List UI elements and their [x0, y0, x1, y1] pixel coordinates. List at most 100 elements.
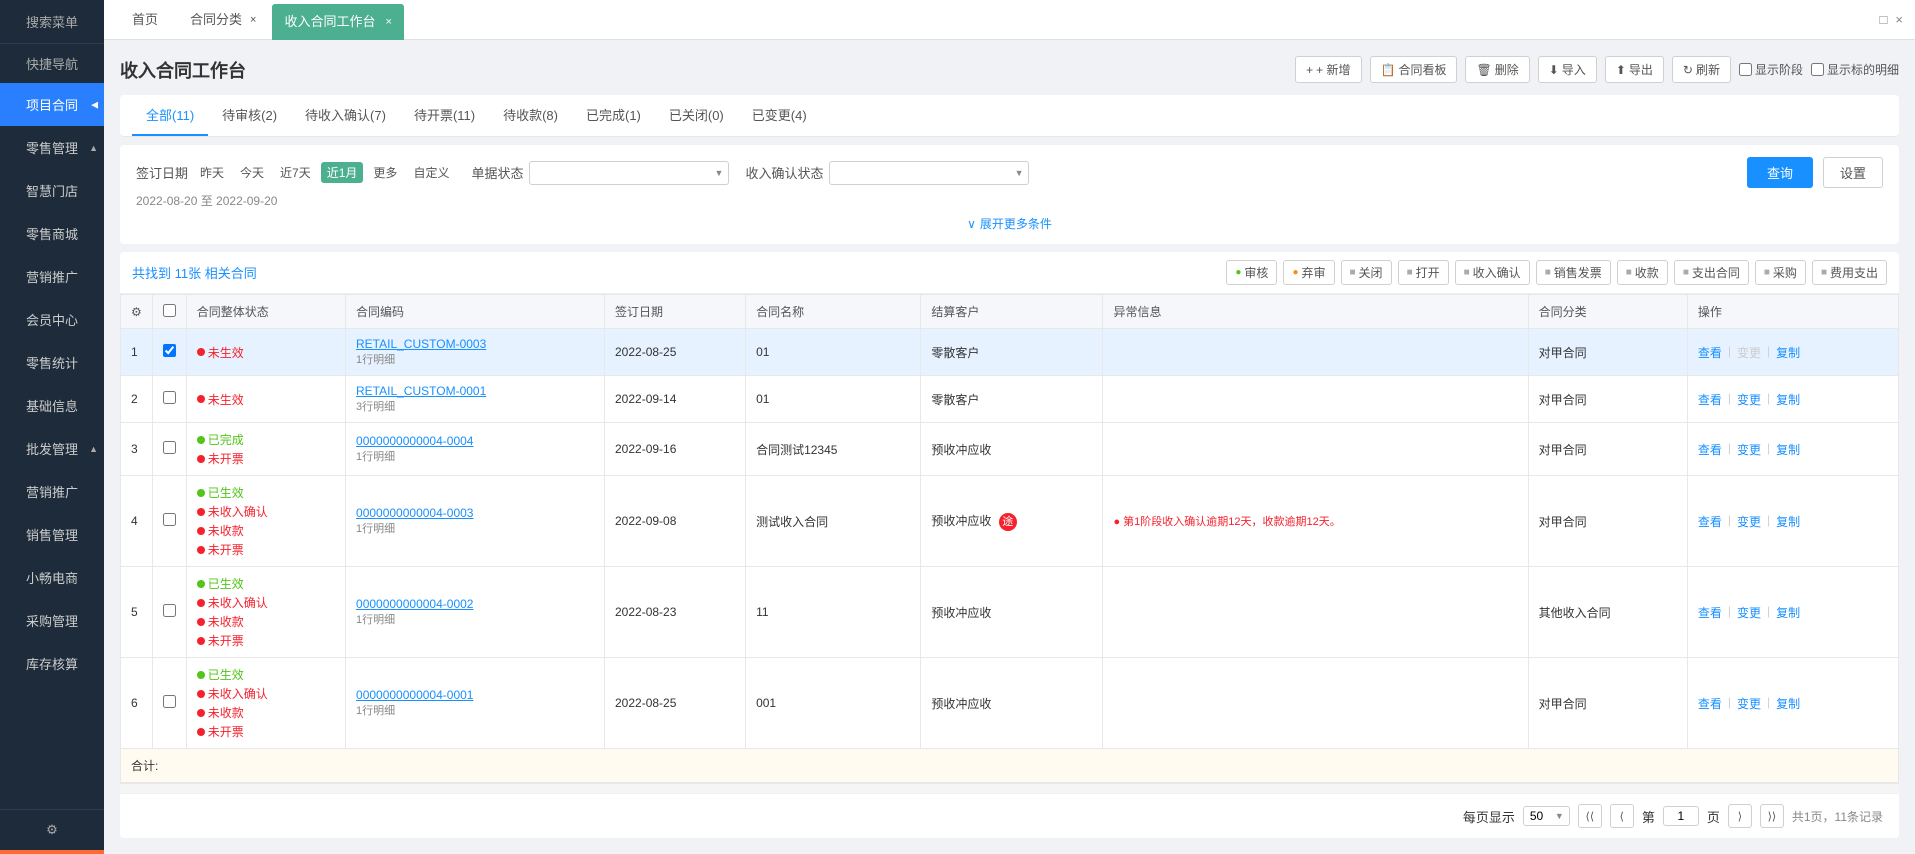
abandon-review-button[interactable]: ● 弃审 [1283, 260, 1334, 285]
refresh-button[interactable]: ↻ 刷新 [1672, 56, 1731, 83]
filter-tab-completed[interactable]: 已完成(1) [572, 95, 655, 136]
show-stage-checkbox[interactable]: 显示阶段 [1739, 61, 1803, 78]
tab-close-icon[interactable]: × [250, 0, 256, 40]
change-link[interactable]: 变更 [1737, 344, 1761, 361]
expense-output-button[interactable]: ■ 费用支出 [1812, 260, 1887, 285]
filter-tab-all[interactable]: 全部(11) [132, 95, 208, 136]
add-button[interactable]: + + 新增 [1295, 56, 1361, 83]
expand-conditions-button[interactable]: ∨ 展开更多条件 [136, 215, 1883, 232]
tab-active-close-icon[interactable]: × [385, 4, 391, 40]
view-link[interactable]: 查看 [1698, 604, 1722, 621]
code-link[interactable]: 0000000000004-0001 [356, 688, 473, 702]
query-button[interactable]: 查询 [1747, 157, 1813, 188]
collect-button[interactable]: ■ 收款 [1617, 260, 1668, 285]
doc-status-select[interactable] [529, 161, 729, 185]
sidebar-item-marketing2[interactable]: 营销推广 [0, 470, 104, 513]
sidebar-item-wholesale-mgmt[interactable]: 批发管理 ▲ [0, 427, 104, 470]
tab-home[interactable]: 首页 [116, 0, 174, 40]
tab-income-contract[interactable]: 收入合同工作台 × [272, 4, 403, 40]
select-all-checkbox[interactable] [163, 304, 176, 317]
row-checkbox[interactable] [152, 476, 186, 567]
filter-tab-pending-income-confirm[interactable]: 待收入确认(7) [291, 95, 400, 136]
col-settings[interactable]: ⚙ [121, 295, 153, 329]
view-link[interactable]: 查看 [1698, 391, 1722, 408]
contract-board-button[interactable]: 📋 合同看板 [1370, 56, 1458, 83]
sidebar-item-sales-mgmt[interactable]: 销售管理 [0, 513, 104, 556]
sidebar-item-marketing[interactable]: 营销推广 [0, 255, 104, 298]
row-checkbox[interactable] [152, 567, 186, 658]
code-link[interactable]: RETAIL_CUSTOM-0003 [356, 337, 486, 351]
export-button[interactable]: ⬆ 导出 [1605, 56, 1664, 83]
code-link[interactable]: RETAIL_CUSTOM-0001 [356, 384, 486, 398]
last-page-button[interactable]: ⟩⟩ [1760, 804, 1784, 828]
sidebar-item-purchase-mgmt[interactable]: 采购管理 [0, 599, 104, 642]
row-checkbox-input[interactable] [163, 391, 176, 404]
code-link[interactable]: 0000000000004-0004 [356, 434, 473, 448]
filter-tab-pending-invoice[interactable]: 待开票(11) [400, 95, 489, 136]
sidebar-settings[interactable]: ⚙ [0, 809, 104, 850]
view-link[interactable]: 查看 [1698, 441, 1722, 458]
change-link[interactable]: 变更 [1737, 695, 1761, 712]
show-stage-input[interactable] [1739, 63, 1752, 76]
date-last1month[interactable]: 近1月 [321, 162, 364, 183]
delete-button[interactable]: 🗑 删除 [1465, 56, 1529, 83]
copy-link[interactable]: 复制 [1776, 391, 1800, 408]
income-confirm-button[interactable]: ■ 收入确认 [1455, 260, 1530, 285]
filter-tab-changed[interactable]: 已变更(4) [738, 95, 821, 136]
row-checkbox-input[interactable] [163, 441, 176, 454]
output-contract-button[interactable]: ■ 支出合同 [1674, 260, 1749, 285]
change-link[interactable]: 变更 [1737, 441, 1761, 458]
page-number-input[interactable] [1663, 806, 1699, 826]
filter-tab-closed[interactable]: 已关闭(0) [655, 95, 738, 136]
sidebar-item-xiaochang[interactable]: 小畅电商 [0, 556, 104, 599]
import-button[interactable]: ⬇ 导入 [1538, 56, 1597, 83]
purchase-button[interactable]: ■ 采购 [1755, 260, 1806, 285]
sidebar-item-basic-info[interactable]: 基础信息 [0, 384, 104, 427]
view-link[interactable]: 查看 [1698, 695, 1722, 712]
first-page-button[interactable]: ⟨⟨ [1578, 804, 1602, 828]
copy-link[interactable]: 复制 [1776, 441, 1800, 458]
page-size-select[interactable]: 20 50 100 [1523, 806, 1570, 826]
open-contract-button[interactable]: ■ 打开 [1398, 260, 1449, 285]
change-link[interactable]: 变更 [1737, 391, 1761, 408]
row-checkbox[interactable] [152, 658, 186, 749]
copy-link[interactable]: 复制 [1776, 344, 1800, 361]
sidebar-item-smart-store[interactable]: 智慧门店 [0, 169, 104, 212]
date-today[interactable]: 今天 [234, 162, 270, 183]
income-confirm-select[interactable] [829, 161, 1029, 185]
code-link[interactable]: 0000000000004-0003 [356, 506, 473, 520]
row-checkbox-input[interactable] [163, 695, 176, 708]
sidebar-item-project[interactable]: 项目合同 ◀ [0, 83, 104, 126]
change-link[interactable]: 变更 [1737, 604, 1761, 621]
col-checkbox[interactable] [152, 295, 186, 329]
change-link[interactable]: 变更 [1737, 513, 1761, 530]
show-detail-input[interactable] [1811, 63, 1824, 76]
row-checkbox-input[interactable] [163, 513, 176, 526]
date-more[interactable]: 更多 [367, 162, 403, 183]
sidebar-item-retail-mgmt[interactable]: 零售管理 ▲ [0, 126, 104, 169]
filter-tab-pending-collect[interactable]: 待收款(8) [489, 95, 572, 136]
row-checkbox[interactable] [152, 376, 186, 423]
horizontal-scrollbar[interactable] [120, 783, 1899, 793]
code-link[interactable]: 0000000000004-0002 [356, 597, 473, 611]
tab-contract-category[interactable]: 合同分类 × [174, 0, 272, 40]
sidebar-quick-nav[interactable]: 快捷导航 [0, 44, 104, 83]
view-link[interactable]: 查看 [1698, 513, 1722, 530]
next-page-button[interactable]: ⟩ [1728, 804, 1752, 828]
sidebar-item-member-center[interactable]: 会员中心 [0, 298, 104, 341]
sidebar-item-retail-stats[interactable]: 零售统计 [0, 341, 104, 384]
row-checkbox[interactable] [152, 423, 186, 476]
row-checkbox[interactable] [152, 329, 186, 376]
settings-button[interactable]: 设置 [1823, 157, 1883, 188]
window-close-icon[interactable]: × [1895, 12, 1903, 27]
copy-link[interactable]: 复制 [1776, 513, 1800, 530]
sidebar-item-inventory[interactable]: 库存核算 [0, 642, 104, 685]
window-restore-icon[interactable]: □ [1880, 12, 1888, 27]
show-detail-checkbox[interactable]: 显示标的明细 [1811, 61, 1899, 78]
sidebar-item-retail-mall[interactable]: 零售商城 [0, 212, 104, 255]
filter-tab-pending-review[interactable]: 待审核(2) [208, 95, 291, 136]
sidebar-search[interactable]: 搜索菜单 [0, 0, 104, 44]
view-link[interactable]: 查看 [1698, 344, 1722, 361]
copy-link[interactable]: 复制 [1776, 604, 1800, 621]
date-yesterday[interactable]: 昨天 [194, 162, 230, 183]
